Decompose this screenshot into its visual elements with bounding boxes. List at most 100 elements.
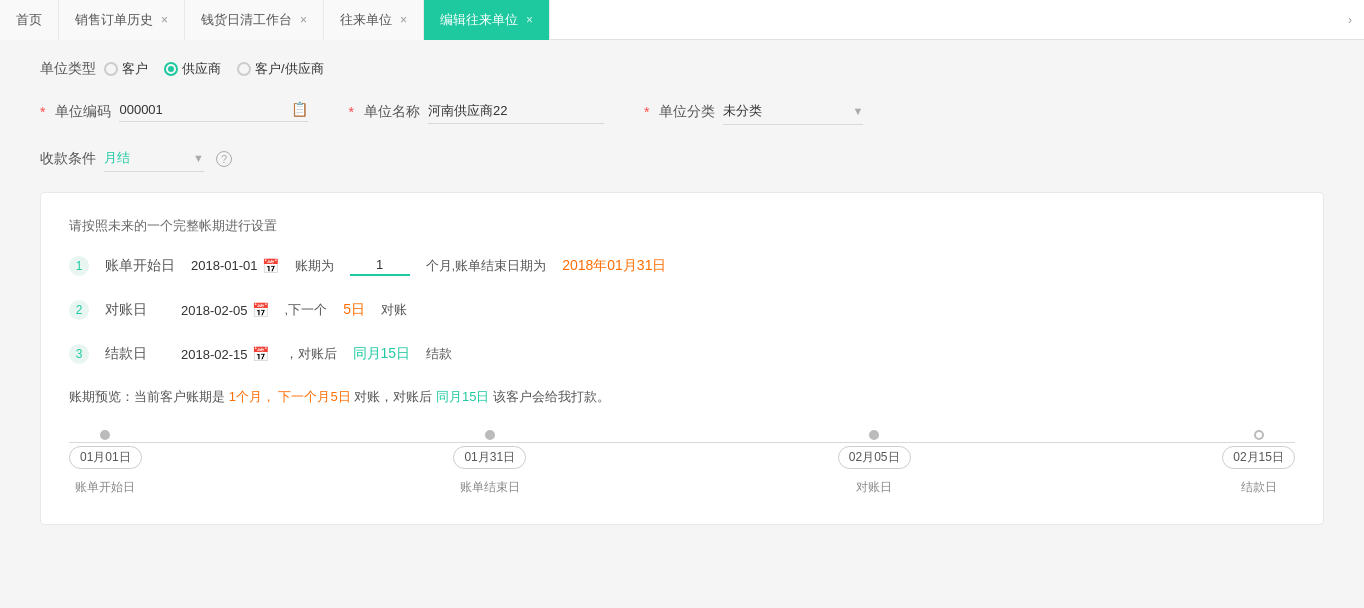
radio-group-unit-type: 客户 供应商 客户/供应商	[104, 60, 324, 78]
date-value-2: 2018-02-05	[181, 303, 248, 318]
row3-desc-highlight: 同月15日	[353, 345, 411, 363]
unit-category-select[interactable]: 未分类 ▼	[723, 98, 863, 125]
timeline-badge-2: 01月31日	[453, 446, 526, 469]
card-description: 请按照未来的一个完整帐期进行设置	[69, 217, 1295, 235]
unit-name-group: * 单位名称	[348, 100, 603, 124]
tab-sales-history[interactable]: 销售订单历史 ×	[59, 0, 185, 40]
payment-terms-group: 收款条件 月结 ▼ ?	[40, 145, 232, 172]
timeline-point-1: 01月01日 账单开始日	[69, 430, 142, 496]
tab-sales-history-label: 销售订单历史	[75, 11, 153, 29]
unit-type-row: 单位类型 客户 供应商 客户/供应商	[40, 60, 1324, 78]
tab-partner-close[interactable]: ×	[400, 13, 407, 27]
tab-edit-partner[interactable]: 编辑往来单位 ×	[424, 0, 550, 40]
tab-partner[interactable]: 往来单位 ×	[324, 0, 424, 40]
timeline-point-3: 02月05日 对账日	[838, 430, 911, 496]
timeline-label-3: 对账日	[856, 479, 892, 496]
radio-both-circle	[237, 62, 251, 76]
payment-terms-row: 收款条件 月结 ▼ ?	[40, 145, 1324, 172]
unit-type-label: 单位类型	[40, 60, 96, 78]
period-suffix-pre: 个月,账单结束日期为	[426, 257, 547, 275]
unit-name-star: *	[348, 104, 353, 120]
tab-cash-work[interactable]: 钱货日清工作台 ×	[185, 0, 324, 40]
row3-desc-suffix: 结款	[426, 345, 452, 363]
preview-part1: 1个月，	[229, 389, 275, 404]
payment-terms-help-icon[interactable]: ?	[216, 151, 232, 167]
unit-details-row: * 单位编码 📋 * 单位名称 * 单位分类 未分类 ▼	[40, 98, 1324, 125]
timeline-badge-1: 01月01日	[69, 446, 142, 469]
radio-both[interactable]: 客户/供应商	[237, 60, 324, 78]
date-field-3: 2018-02-15 📅	[181, 346, 269, 362]
unit-category-label: 单位分类	[659, 103, 715, 121]
unit-code-icon[interactable]: 📋	[291, 101, 308, 117]
setting-row-3: 3 结款日 2018-02-15 📅 ，对账后 同月15日 结款	[69, 344, 1295, 364]
timeline-dot-1	[100, 430, 110, 440]
row3-desc-prefix: ，对账后	[285, 345, 337, 363]
tab-edit-partner-close[interactable]: ×	[526, 13, 533, 27]
row2-desc-suffix: 对账	[381, 301, 407, 319]
timeline-label-1: 账单开始日	[75, 479, 135, 496]
timeline-dot-3	[869, 430, 879, 440]
timeline: 01月01日 账单开始日 01月31日 账单结束日 02月05日 对账日	[69, 430, 1295, 496]
timeline-point-2: 01月31日 账单结束日	[453, 430, 526, 496]
timeline-points: 01月01日 账单开始日 01月31日 账单结束日 02月05日 对账日	[69, 430, 1295, 496]
preview-text: 账期预览：当前客户账期是 1个月， 下一个月5日 对账，对账后 同月15日 该客…	[69, 388, 1295, 406]
tabs-expand-btn[interactable]: ›	[1336, 13, 1364, 27]
preview-part3: 同月15日	[436, 389, 489, 404]
setting-label-2: 对账日	[105, 301, 165, 319]
timeline-badge-3: 02月05日	[838, 446, 911, 469]
setting-number-2: 2	[69, 300, 89, 320]
date-field-2: 2018-02-05 📅	[181, 302, 269, 318]
setting-label-1: 账单开始日	[105, 257, 175, 275]
unit-type-group: 单位类型 客户 供应商 客户/供应商	[40, 60, 324, 78]
radio-both-label: 客户/供应商	[255, 60, 324, 78]
unit-name-input[interactable]	[428, 100, 604, 124]
payment-terms-select[interactable]: 月结 ▼	[104, 145, 204, 172]
timeline-label-2: 账单结束日	[460, 479, 520, 496]
row2-desc-prefix: ,下一个	[285, 301, 328, 319]
calendar-icon-2[interactable]: 📅	[252, 302, 269, 318]
setting-number-3: 3	[69, 344, 89, 364]
period-prefix-1: 账期为	[295, 257, 334, 275]
tab-sales-history-close[interactable]: ×	[161, 13, 168, 27]
timeline-dot-4	[1254, 430, 1264, 440]
date-field-1: 2018-01-01 📅	[191, 258, 279, 274]
tab-cash-work-close[interactable]: ×	[300, 13, 307, 27]
tabs-bar: 首页 销售订单历史 × 钱货日清工作台 × 往来单位 × 编辑往来单位 × ›	[0, 0, 1364, 40]
unit-category-arrow: ▼	[852, 105, 863, 117]
payment-terms-value: 月结	[104, 149, 185, 167]
tab-home[interactable]: 首页	[0, 0, 59, 40]
period-input[interactable]	[350, 255, 410, 276]
date-value-3: 2018-02-15	[181, 347, 248, 362]
timeline-label-4: 结款日	[1241, 479, 1277, 496]
calendar-icon-1[interactable]: 📅	[262, 258, 279, 274]
timeline-point-4: 02月15日 结款日	[1222, 430, 1295, 496]
tab-cash-work-label: 钱货日清工作台	[201, 11, 292, 29]
radio-customer-circle	[104, 62, 118, 76]
setting-row-2: 2 对账日 2018-02-05 📅 ,下一个 5日 对账	[69, 300, 1295, 320]
unit-category-group: * 单位分类 未分类 ▼	[644, 98, 863, 125]
unit-code-label: 单位编码	[55, 103, 111, 121]
date-value-1: 2018-01-01	[191, 258, 258, 273]
preview-part2: 下一个月5日	[278, 389, 350, 404]
unit-category-value: 未分类	[723, 102, 844, 120]
payment-terms-label: 收款条件	[40, 150, 96, 168]
unit-code-group: * 单位编码 📋	[40, 101, 308, 122]
unit-code-input-wrapper: 📋	[119, 101, 308, 122]
setting-label-3: 结款日	[105, 345, 165, 363]
radio-customer-label: 客户	[122, 60, 148, 78]
tab-home-label: 首页	[16, 11, 42, 29]
radio-customer[interactable]: 客户	[104, 60, 148, 78]
tab-partner-label: 往来单位	[340, 11, 392, 29]
unit-category-star: *	[644, 104, 649, 120]
radio-supplier-label: 供应商	[182, 60, 221, 78]
settings-card: 请按照未来的一个完整帐期进行设置 1 账单开始日 2018-01-01 📅 账期…	[40, 192, 1324, 525]
radio-supplier-circle	[164, 62, 178, 76]
calendar-icon-3[interactable]: 📅	[252, 346, 269, 362]
period-end-date: 2018年01月31日	[562, 257, 666, 275]
unit-code-star: *	[40, 104, 45, 120]
row2-desc-highlight: 5日	[343, 301, 365, 319]
preview-end: 该客户会给我打款。	[493, 389, 610, 404]
unit-code-input[interactable]	[119, 102, 287, 117]
radio-supplier[interactable]: 供应商	[164, 60, 221, 78]
timeline-dot-2	[485, 430, 495, 440]
